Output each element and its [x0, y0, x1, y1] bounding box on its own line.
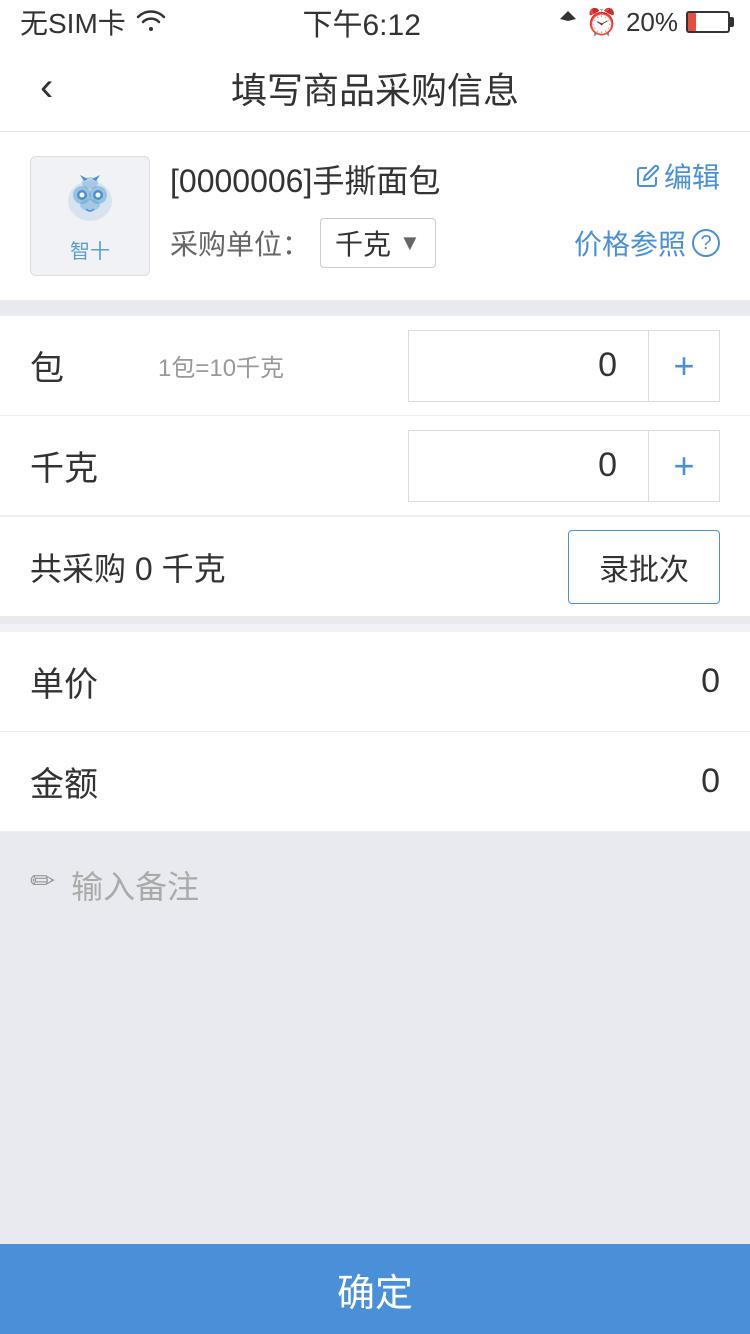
- product-logo-icon: [60, 169, 120, 231]
- nav-bar: ‹ 填写商品采购信息: [0, 44, 750, 132]
- summary-row: 共采购 0 千克 录批次: [0, 516, 750, 616]
- product-card: 智十 [0000006]手撕面包 编辑 采购单位： 千克 ▼: [0, 132, 750, 308]
- batch-button[interactable]: 录批次: [568, 530, 720, 604]
- section-divider-1: [0, 308, 750, 316]
- section-divider-2: [0, 616, 750, 624]
- status-left: 无SIM卡: [20, 2, 166, 42]
- note-placeholder: 输入备注: [71, 862, 199, 908]
- bag-input-controls: +: [408, 330, 720, 402]
- product-unit-row: 采购单位： 千克 ▼ 价格参照 ?: [170, 218, 720, 268]
- status-right: ⏰ 20%: [558, 7, 730, 38]
- confirm-button[interactable]: 确定: [0, 1244, 750, 1334]
- page-title: 填写商品采购信息: [231, 62, 519, 114]
- bag-quantity-input[interactable]: [408, 330, 648, 402]
- unit-label: 采购单位：: [170, 223, 310, 263]
- carrier-text: 无SIM卡: [20, 2, 126, 42]
- amount-label: 金额: [30, 757, 98, 806]
- product-logo-text: 智十: [70, 235, 110, 264]
- alarm-icon: ⏰: [586, 7, 618, 38]
- unit-price-row: 单价 0: [0, 632, 750, 732]
- location-icon: [558, 7, 578, 38]
- kg-input-controls: +: [408, 430, 720, 502]
- kg-label: 千克: [30, 441, 150, 490]
- kg-quantity-input[interactable]: [408, 430, 648, 502]
- unit-select[interactable]: 千克 ▼: [320, 218, 436, 268]
- bag-input-row: 包 1包=10千克 +: [0, 316, 750, 416]
- info-circle-icon: ?: [692, 229, 720, 257]
- input-section: 包 1包=10千克 + 千克 + 共采购 0 千克 录批次: [0, 316, 750, 616]
- price-reference-button[interactable]: 价格参照 ?: [574, 223, 720, 263]
- product-info: [0000006]手撕面包 编辑 采购单位： 千克 ▼ 价格参照 ?: [170, 156, 720, 268]
- bag-sublabel: 1包=10千克: [158, 348, 284, 383]
- wifi-icon: [136, 6, 166, 38]
- amount-value: 0: [701, 762, 720, 801]
- unit-value: 千克: [335, 223, 391, 263]
- back-button[interactable]: ‹: [30, 55, 63, 120]
- bag-label: 包: [30, 341, 150, 390]
- main-background: [0, 1012, 750, 1252]
- note-section[interactable]: ✏ 输入备注: [0, 832, 750, 1012]
- price-ref-label: 价格参照: [574, 223, 686, 263]
- kg-input-row: 千克 +: [0, 416, 750, 516]
- edit-button[interactable]: 编辑: [636, 156, 720, 196]
- status-bar: 无SIM卡 下午6:12 ⏰ 20%: [0, 0, 750, 44]
- summary-text: 共采购 0 千克: [30, 544, 226, 590]
- price-section: 单价 0 金额 0: [0, 632, 750, 832]
- product-name: [0000006]手撕面包: [170, 156, 440, 202]
- chevron-down-icon: ▼: [399, 230, 421, 256]
- product-image: 智十: [30, 156, 150, 276]
- amount-row: 金额 0: [0, 732, 750, 832]
- unit-price-value: 0: [701, 662, 720, 701]
- status-time: 下午6:12: [302, 0, 420, 44]
- edit-label: 编辑: [664, 156, 720, 196]
- kg-plus-button[interactable]: +: [648, 430, 720, 502]
- battery-percent: 20%: [626, 7, 678, 38]
- unit-price-label: 单价: [30, 657, 98, 706]
- battery-icon: [686, 11, 730, 33]
- product-header: [0000006]手撕面包 编辑: [170, 156, 720, 202]
- bag-plus-button[interactable]: +: [648, 330, 720, 402]
- pencil-icon: ✏: [30, 864, 55, 899]
